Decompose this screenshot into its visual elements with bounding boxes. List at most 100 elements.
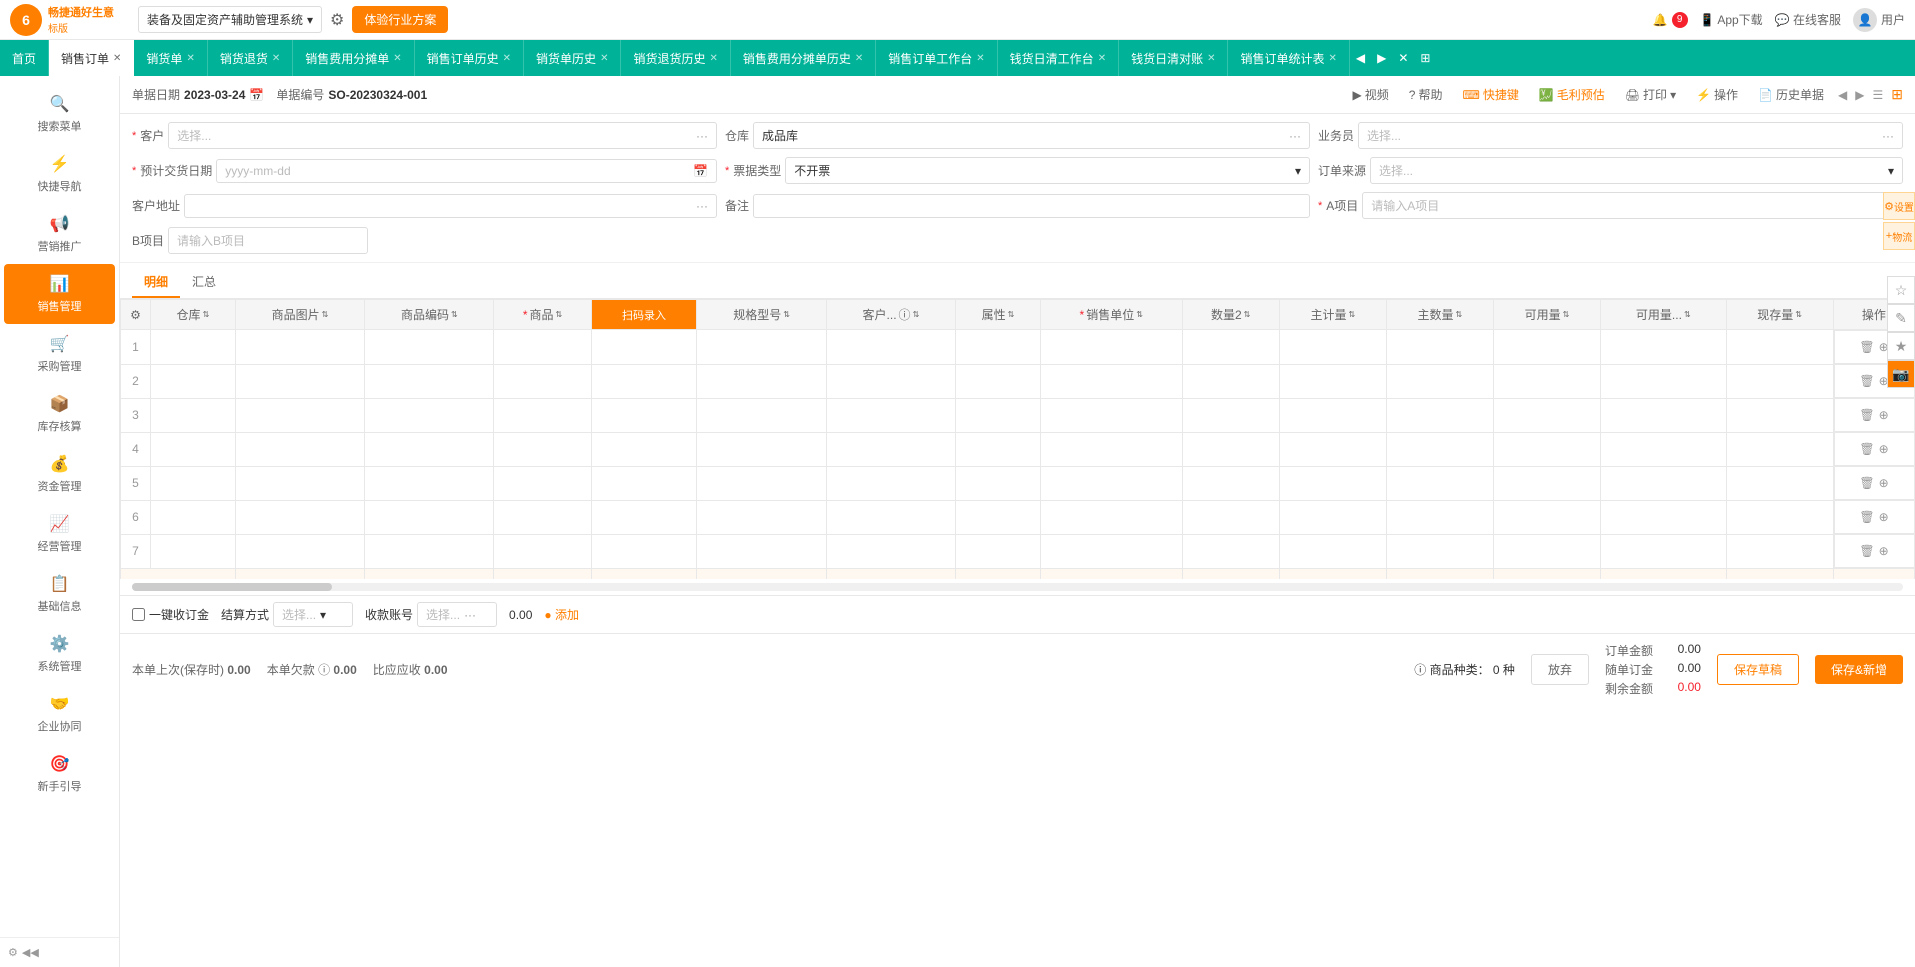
sidebar-item-system[interactable]: ⚙️ 系统管理 <box>0 624 119 684</box>
close-icon[interactable]: ✕ <box>113 53 121 64</box>
close-icon[interactable]: ✕ <box>855 53 863 64</box>
payment-method-select[interactable]: 选择... ▾ <box>273 602 353 627</box>
delivery-date-input[interactable]: yyyy-mm-dd 📅 <box>216 159 717 183</box>
calendar-icon[interactable]: 📅 <box>249 88 264 102</box>
nav-tab-expense-history[interactable]: 销售费用分摊单历史 ✕ <box>731 40 876 76</box>
discard-button[interactable]: 放弃 <box>1531 654 1589 685</box>
sidebar-item-inventory[interactable]: 📦 库存核算 <box>0 384 119 444</box>
next-record-icon[interactable]: ▶ <box>1855 88 1864 102</box>
sidebar-item-finance[interactable]: 💰 资金管理 <box>0 444 119 504</box>
delete-icon[interactable]: 🗑 <box>1859 340 1874 354</box>
sidebar-item-quicknav[interactable]: ⚡ 快捷导航 <box>0 144 119 204</box>
close-icon[interactable]: ✕ <box>503 53 511 64</box>
sidebar-item-sales[interactable]: 📊 销售管理 <box>4 264 115 324</box>
help-btn[interactable]: ? 帮助 <box>1403 84 1449 105</box>
copy-icon[interactable]: ⊕ <box>1879 476 1889 490</box>
side-btn-star[interactable]: ☆ <box>1887 276 1915 304</box>
settings-side-btn[interactable]: ⚙ 设置 <box>1883 192 1915 220</box>
delete-icon[interactable]: 🗑 <box>1859 374 1874 388</box>
save-new-button[interactable]: 保存&新增 <box>1815 655 1903 684</box>
salesperson-input[interactable]: 选择... ··· <box>1358 122 1903 149</box>
delete-icon[interactable]: 🗑 <box>1859 476 1874 490</box>
copy-icon[interactable]: ⊕ <box>1879 544 1889 558</box>
side-btn-bookmark[interactable]: ★ <box>1887 332 1915 360</box>
nav-tab-stats[interactable]: 销售订单统计表 ✕ <box>1228 40 1349 76</box>
collapse-icon[interactable]: ◀◀ <box>22 946 39 959</box>
list-view-icon[interactable]: ☰ <box>1873 88 1884 102</box>
copy-icon[interactable]: ⊕ <box>1879 442 1889 456</box>
close-icon[interactable]: ✕ <box>393 53 401 64</box>
print-btn[interactable]: 🖨 打印 ▾ <box>1619 84 1682 105</box>
close-icon[interactable]: ✕ <box>1329 53 1337 64</box>
nav-tab-workbench[interactable]: 销售订单工作台 ✕ <box>876 40 997 76</box>
side-btn-edit[interactable]: ✎ <box>1887 304 1915 332</box>
nav-expand[interactable]: ⊞ <box>1414 51 1436 65</box>
nav-tab-return-history[interactable]: 销货退货历史 ✕ <box>621 40 730 76</box>
delete-icon[interactable]: 🗑 <box>1859 544 1874 558</box>
nav-next[interactable]: ▶ <box>1371 51 1392 65</box>
notification-area[interactable]: 🔔 9 <box>1653 12 1688 28</box>
nav-tab-daily-clear[interactable]: 钱货日清工作台 ✕ <box>998 40 1119 76</box>
bank-select[interactable]: 选择... ··· <box>417 602 497 627</box>
nav-tab-invoice-history[interactable]: 销货单历史 ✕ <box>524 40 621 76</box>
close-icon[interactable]: ✕ <box>272 53 280 64</box>
nav-close-all[interactable]: ✕ <box>1392 51 1414 65</box>
b-project-input[interactable]: 请输入B项目 <box>168 227 368 254</box>
operation-btn[interactable]: ⚡ 操作 <box>1690 84 1744 105</box>
online-service[interactable]: 💬 在线客服 <box>1775 11 1841 28</box>
close-icon[interactable]: ✕ <box>709 53 717 64</box>
sidebar-item-enterprise[interactable]: 🤝 企业协同 <box>0 684 119 744</box>
profit-btn[interactable]: 💹 毛利预估 <box>1533 84 1611 105</box>
delete-icon[interactable]: 🗑 <box>1859 408 1874 422</box>
tab-detail[interactable]: 明细 <box>132 267 180 298</box>
side-btn-camera[interactable]: 📷 <box>1887 360 1915 388</box>
nav-tab-expense[interactable]: 销售费用分摊单 ✕ <box>293 40 414 76</box>
nav-tab-reconcile[interactable]: 钱货日清对账 ✕ <box>1119 40 1228 76</box>
remark-input[interactable] <box>753 194 1310 218</box>
col-settings[interactable]: ⚙ <box>121 300 151 330</box>
sidebar-item-search[interactable]: 🔍 搜索菜单 <box>0 84 119 144</box>
tab-summary[interactable]: 汇总 <box>180 267 228 298</box>
close-icon[interactable]: ✕ <box>1098 53 1106 64</box>
one-key-checkout-checkbox[interactable] <box>132 608 145 621</box>
nav-tab-order-history[interactable]: 销售订单历史 ✕ <box>415 40 524 76</box>
solution-button[interactable]: 体验行业方案 <box>352 6 448 33</box>
address-input[interactable]: ··· <box>184 194 717 218</box>
scan-button[interactable]: 扫码录入 <box>616 305 672 325</box>
nav-tab-sales-invoice[interactable]: 销货单 ✕ <box>134 40 207 76</box>
nav-tab-sales-order[interactable]: 销售订单 ✕ <box>49 40 134 76</box>
col-scan[interactable]: 扫码录入 <box>591 300 697 330</box>
sidebar-item-purchase[interactable]: 🛒 采购管理 <box>0 324 119 384</box>
shortcut-btn[interactable]: ⌨ 快捷键 <box>1457 84 1525 105</box>
scroll-track[interactable] <box>132 583 1903 591</box>
save-draft-button[interactable]: 保存草稿 <box>1717 654 1799 685</box>
sidebar-item-operations[interactable]: 📈 经营管理 <box>0 504 119 564</box>
view-btn[interactable]: ▶ 视频 <box>1347 84 1395 105</box>
order-source-input[interactable]: 选择... ▾ <box>1370 157 1903 184</box>
scroll-thumb[interactable] <box>132 583 332 591</box>
nav-tab-home[interactable]: 首页 <box>0 40 49 76</box>
close-icon[interactable]: ✕ <box>976 53 984 64</box>
a-project-input[interactable]: 请输入A项目 <box>1362 192 1903 219</box>
nav-prev[interactable]: ◀ <box>1350 51 1371 65</box>
table-view-icon[interactable]: ⊞ <box>1891 86 1903 103</box>
nav-tab-return[interactable]: 销货退货 ✕ <box>208 40 293 76</box>
warehouse-input[interactable]: 成品库 ··· <box>753 122 1310 149</box>
copy-icon[interactable]: ⊕ <box>1879 408 1889 422</box>
delete-icon[interactable]: 🗑 <box>1859 442 1874 456</box>
add-side-btn[interactable]: + 物流 <box>1883 222 1915 250</box>
add-row-button[interactable]: ● 添加 <box>544 606 579 623</box>
customer-input[interactable]: 选择... ··· <box>168 122 717 149</box>
copy-icon[interactable]: ⊕ <box>1879 510 1889 524</box>
app-download[interactable]: 📱 App下载 <box>1700 11 1763 28</box>
invoice-type-select[interactable]: 不开票 ▾ <box>785 157 1310 184</box>
sidebar-item-marketing[interactable]: 📢 营销推广 <box>0 204 119 264</box>
close-icon[interactable]: ✕ <box>186 53 194 64</box>
history-btn[interactable]: 📄 历史单据 <box>1752 84 1830 105</box>
sidebar-item-basics[interactable]: 📋 基础信息 <box>0 564 119 624</box>
prev-record-icon[interactable]: ◀ <box>1838 88 1847 102</box>
gear-icon[interactable]: ⚙ <box>8 946 18 959</box>
sidebar-item-guide[interactable]: 🎯 新手引导 <box>0 744 119 804</box>
settings-icon[interactable]: ⚙ <box>330 10 344 30</box>
system-name[interactable]: 装备及固定资产辅助管理系统 ▾ <box>138 6 322 33</box>
